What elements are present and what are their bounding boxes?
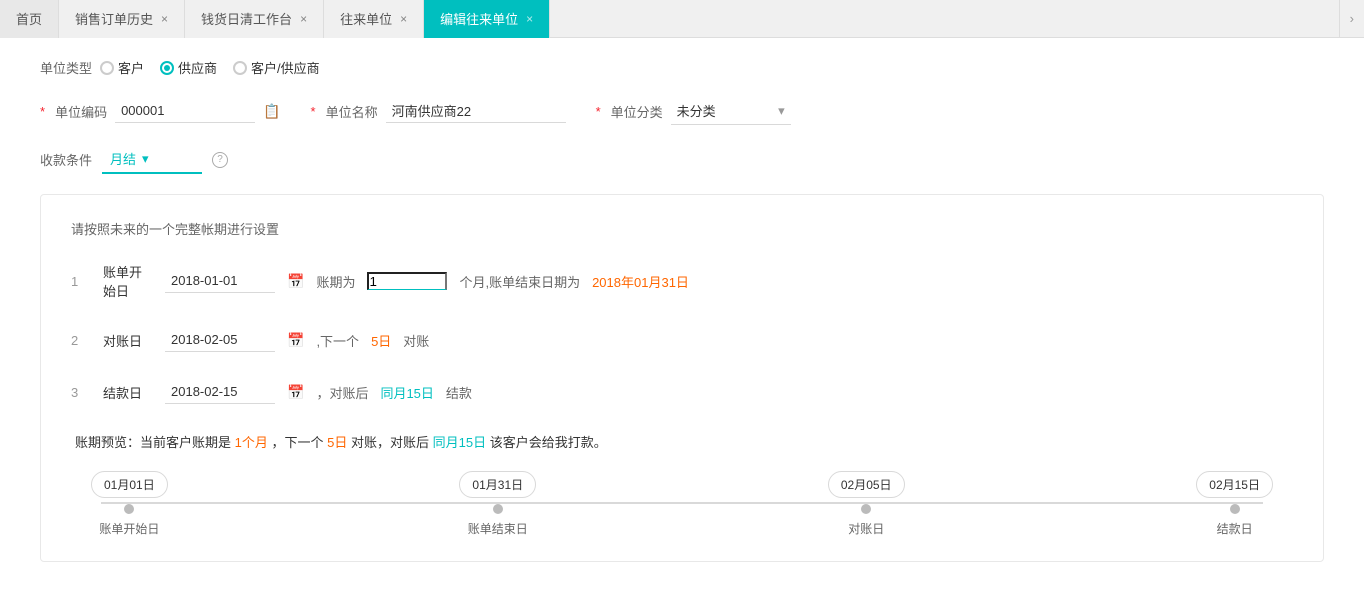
tab-cash-work[interactable]: 钱货日清工作台 × <box>185 0 324 38</box>
tab-partners[interactable]: 往来单位 × <box>324 0 424 38</box>
payment-row: 收款条件 月结 ▾ ? <box>40 145 1324 174</box>
timeline-items: 01月01日 账单开始日 01月31日 账单结束日 02月05日 对账日 <box>91 471 1273 537</box>
category-chevron-icon: ▾ <box>778 103 785 119</box>
preview-label: 账期预览：当前客户账期是 <box>75 435 231 450</box>
timeline-point-3: 02月05日 对账日 <box>828 471 905 537</box>
timeline-dot-1 <box>124 504 134 514</box>
timeline-point-2: 01月31日 账单结束日 <box>459 471 536 537</box>
radio-circle-supplier <box>160 61 174 75</box>
tab-close-partners[interactable]: × <box>400 12 407 26</box>
settings-row-2: 2 对账日 📅 ,下一个 5日 对账 <box>71 328 1293 352</box>
period-input[interactable] <box>367 272 447 290</box>
payment-condition-value: 月结 <box>110 149 136 168</box>
row-type-3: 结款日 <box>103 383 153 402</box>
main-content: 单位类型 客户 供应商 客户/供应商 * 单位编码 <box>0 38 1364 608</box>
desc-prefix-2: ,下一个 <box>316 331 359 350</box>
preview-part2: 5日 <box>327 435 347 450</box>
unit-category-label: 单位分类 <box>611 102 663 121</box>
unit-type-label: 单位类型 <box>40 58 92 77</box>
unit-category-field: * 单位分类 未分类 ▾ <box>596 97 791 125</box>
preview-end: 该客户会给我打款。 <box>490 435 607 450</box>
timeline-dot-2 <box>493 504 503 514</box>
desc-suffix-1: 个月,账单结束日期为 <box>459 272 580 291</box>
unit-type-radio-group: 客户 供应商 客户/供应商 <box>100 58 320 77</box>
timeline-point-1: 01月01日 账单开始日 <box>91 471 168 537</box>
desc-prefix-1: 账期为 <box>316 272 355 291</box>
tab-sales-history[interactable]: 销售订单历史 × <box>59 0 185 38</box>
row-num-1: 1 <box>71 274 91 289</box>
unit-category-value: 未分类 <box>677 101 716 120</box>
preview-part3: 同月15日 <box>433 435 486 450</box>
timeline-label-1: 01月01日 <box>91 471 168 498</box>
radio-supplier[interactable]: 供应商 <box>160 58 217 77</box>
date-input-2[interactable] <box>165 328 275 352</box>
highlight-date-2: 5日 <box>371 331 391 350</box>
radio-circle-customer <box>100 61 114 75</box>
timeline-type-1: 账单开始日 <box>99 520 159 537</box>
required-star-name: * <box>311 104 316 119</box>
row-num-2: 2 <box>71 333 91 348</box>
calendar-icon-2[interactable]: 📅 <box>287 332 304 349</box>
help-icon[interactable]: ? <box>212 152 228 168</box>
timeline-dot-3 <box>861 504 871 514</box>
unit-code-field: * 单位编码 📋 <box>40 99 281 123</box>
unit-name-label: 单位名称 <box>326 102 378 121</box>
desc-prefix-3: ，对账后 <box>316 383 368 402</box>
unit-type-field: 单位类型 客户 供应商 客户/供应商 <box>40 58 320 77</box>
unit-code-label: 单位编码 <box>55 102 107 121</box>
settings-row-1: 1 账单开始日 📅 账期为 个月,账单结束日期为 2018年01月31日 <box>71 262 1293 300</box>
preview-sep2: 对账，对账后 <box>351 435 429 450</box>
calendar-icon-3[interactable]: 📅 <box>287 384 304 401</box>
radio-customer[interactable]: 客户 <box>100 58 144 77</box>
unit-code-input[interactable] <box>115 99 255 123</box>
preview-text: 账期预览：当前客户账期是 1个月 ，下一个 5日 对账，对账后 同月15日 该客… <box>71 432 1293 451</box>
desc-suffix-2: 对账 <box>403 331 429 350</box>
tab-bar: 首页 销售订单历史 × 钱货日清工作台 × 往来单位 × 编辑往来单位 × › <box>0 0 1364 38</box>
timeline-label-4: 02月15日 <box>1196 471 1273 498</box>
calendar-icon-1[interactable]: 📅 <box>287 273 304 290</box>
settings-row-3: 3 结款日 📅 ，对账后 同月15日 结款 <box>71 380 1293 404</box>
highlight-date-3: 同月15日 <box>380 383 433 402</box>
payment-condition-select[interactable]: 月结 ▾ <box>102 145 202 174</box>
unit-name-field: * 单位名称 <box>311 99 566 123</box>
timeline-label-3: 02月05日 <box>828 471 905 498</box>
timeline-dot-4 <box>1230 504 1240 514</box>
unit-type-row: 单位类型 客户 供应商 客户/供应商 <box>40 58 1324 77</box>
preview-part1: 1个月 <box>235 435 268 450</box>
date-input-3[interactable] <box>165 380 275 404</box>
settings-title: 请按照未来的一个完整帐期进行设置 <box>71 219 1293 238</box>
settings-box: 请按照未来的一个完整帐期进行设置 1 账单开始日 📅 账期为 个月,账单结束日期… <box>40 194 1324 562</box>
copy-icon[interactable]: 📋 <box>263 103 280 120</box>
tab-close-edit-partner[interactable]: × <box>526 12 533 26</box>
payment-chevron-icon: ▾ <box>142 151 149 167</box>
timeline-type-4: 结款日 <box>1217 520 1253 537</box>
required-star-category: * <box>596 104 601 119</box>
row-type-1: 账单开始日 <box>103 262 153 300</box>
timeline-type-3: 对账日 <box>848 520 884 537</box>
unit-info-row: * 单位编码 📋 * 单位名称 * 单位分类 未分类 ▾ <box>40 97 1324 125</box>
row-type-2: 对账日 <box>103 331 153 350</box>
tab-close-sales-history[interactable]: × <box>161 12 168 26</box>
unit-category-select[interactable]: 未分类 ▾ <box>671 97 791 125</box>
tab-edit-partner[interactable]: 编辑往来单位 × <box>424 0 550 38</box>
payment-label: 收款条件 <box>40 150 92 169</box>
row-num-3: 3 <box>71 385 91 400</box>
tab-close-cash-work[interactable]: × <box>300 12 307 26</box>
tab-more-arrow[interactable]: › <box>1339 0 1364 38</box>
timeline-label-2: 01月31日 <box>459 471 536 498</box>
radio-customer-supplier[interactable]: 客户/供应商 <box>233 58 320 77</box>
unit-name-input[interactable] <box>386 99 566 123</box>
desc-suffix-3: 结款 <box>446 383 472 402</box>
preview-sep1: ，下一个 <box>272 435 324 450</box>
radio-circle-customer-supplier <box>233 61 247 75</box>
required-star-code: * <box>40 104 45 119</box>
highlight-date-1: 2018年01月31日 <box>592 272 689 291</box>
date-input-1[interactable] <box>165 269 275 293</box>
timeline-point-4: 02月15日 结款日 <box>1196 471 1273 537</box>
timeline-container: 01月01日 账单开始日 01月31日 账单结束日 02月05日 对账日 <box>71 471 1293 537</box>
tab-home[interactable]: 首页 <box>0 0 59 38</box>
timeline-type-2: 账单结束日 <box>468 520 528 537</box>
